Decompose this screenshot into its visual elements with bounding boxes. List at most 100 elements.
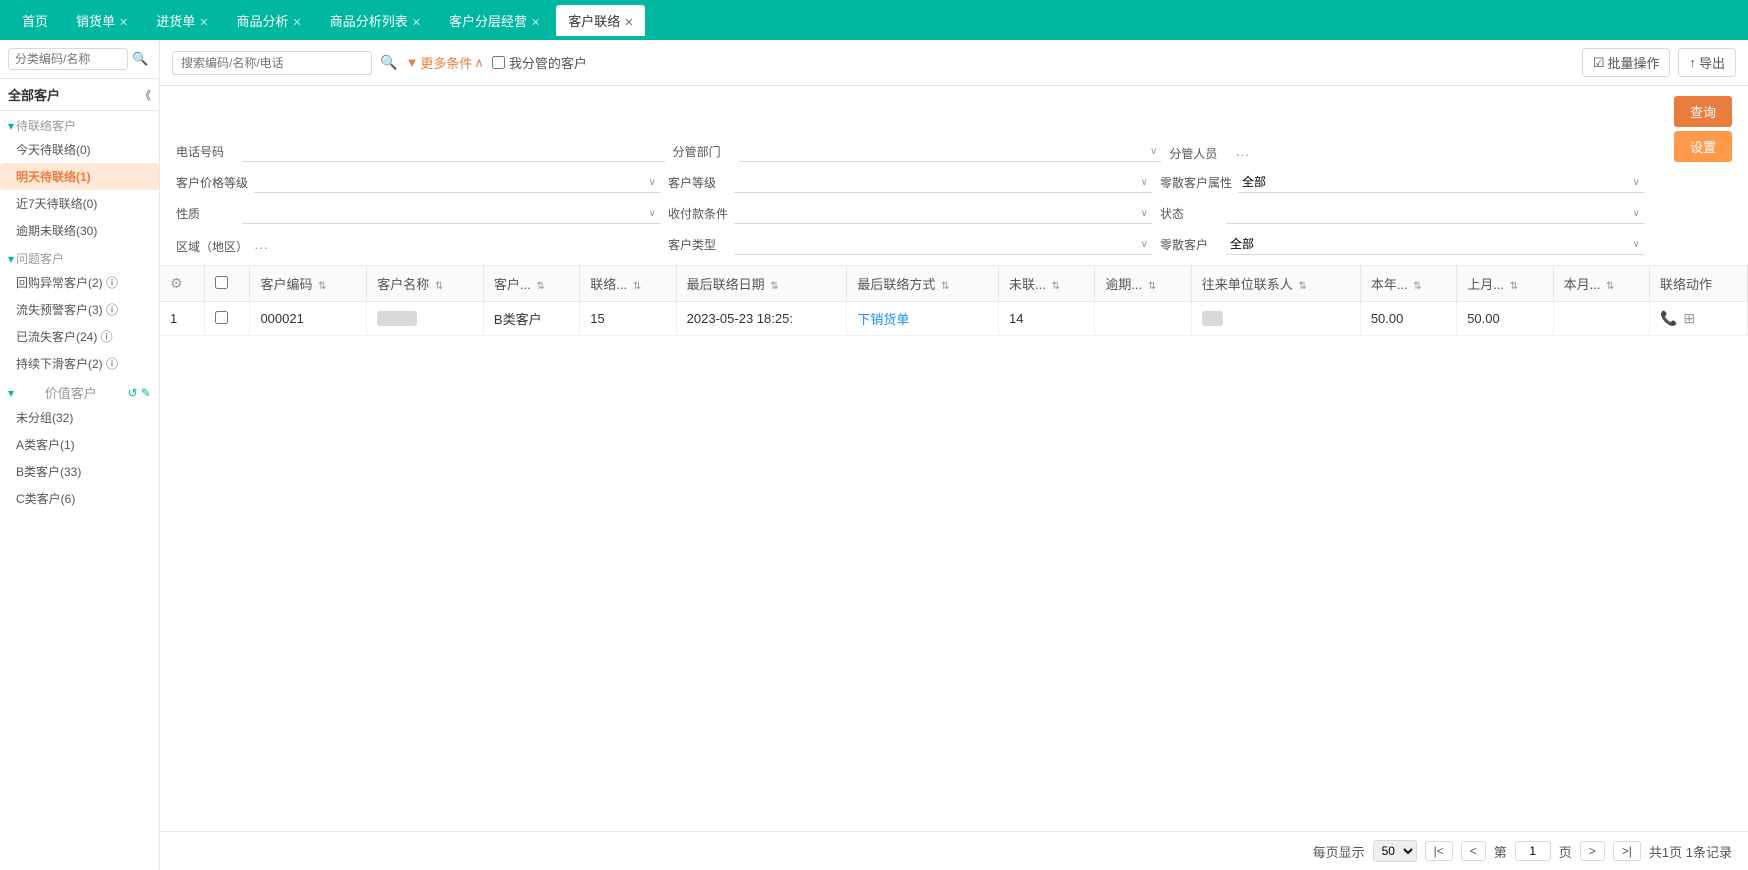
sidebar-item-class-c[interactable]: C类客户(6) xyxy=(0,485,159,512)
manager-label: 分管人员 xyxy=(1169,145,1229,162)
status-select[interactable] xyxy=(1226,203,1644,224)
customer-grade-select[interactable] xyxy=(734,172,1152,193)
my-customers-checkbox-label[interactable]: 我分管的客户 xyxy=(492,53,587,72)
col-this-month[interactable]: 本月... ⇅ xyxy=(1553,266,1649,302)
col-customer-name[interactable]: 客户名称 ⇅ xyxy=(367,266,484,302)
nav-sales-order[interactable]: 销货单✕ xyxy=(64,5,140,36)
nav-purchase-order[interactable]: 进货单✕ xyxy=(144,5,220,36)
cell-checkbox[interactable] xyxy=(204,302,250,336)
page-number-input[interactable] xyxy=(1515,841,1551,861)
col-checkbox[interactable] xyxy=(204,266,250,302)
col-overdue[interactable]: 逾期... ⇅ xyxy=(1095,266,1191,302)
cell-this-year: 50.00 xyxy=(1360,302,1456,336)
cell-customer-name xyxy=(367,302,484,336)
bulk-action-button[interactable]: ☑ 批量操作 xyxy=(1582,48,1671,77)
dept-select-wrap xyxy=(739,141,1162,162)
col-this-year[interactable]: 本年... ⇅ xyxy=(1360,266,1456,302)
prev-page-button[interactable]: < xyxy=(1461,841,1486,861)
col-last-contact-method[interactable]: 最后联络方式 ⇅ xyxy=(847,266,999,302)
cell-last-contact-method[interactable]: 下销货单 xyxy=(847,302,999,336)
col-customer-code[interactable]: 客户编码 ⇅ xyxy=(250,266,367,302)
reset-button[interactable]: 设置 xyxy=(1674,131,1732,162)
close-sales-order-icon[interactable]: ✕ xyxy=(119,17,128,29)
retail-customer-select[interactable]: 全部 xyxy=(1226,234,1644,255)
sidebar-item-ungrouped[interactable]: 未分组(32) xyxy=(0,404,159,431)
status-label: 状态 xyxy=(1160,205,1220,222)
sidebar-item-churn-warning[interactable]: 流失预警客户(3) ⓘ xyxy=(0,296,159,323)
dept-select[interactable] xyxy=(739,141,1162,162)
sidebar-item-declining[interactable]: 持续下滑客户(2) ⓘ xyxy=(0,350,159,377)
sidebar-item-overdue-pending[interactable]: 逾期未联络(30) xyxy=(0,217,159,244)
dept-label: 分管部门 xyxy=(673,143,733,160)
sidebar-item-class-b[interactable]: B类客户(33) xyxy=(0,458,159,485)
close-product-analysis-icon[interactable]: ✕ xyxy=(293,17,302,29)
col-last-contact-date[interactable]: 最后联络日期 ⇅ xyxy=(676,266,847,302)
cell-contact-count: 15 xyxy=(580,302,676,336)
customer-grade-select-wrap xyxy=(734,172,1152,193)
sidebar-item-tomorrow-pending[interactable]: 明天待联络(1) xyxy=(0,163,159,190)
unit-contact-blurred xyxy=(1202,311,1224,326)
more-conditions-button[interactable]: ▼ 更多条件 ∧ xyxy=(405,53,483,72)
price-grade-select[interactable] xyxy=(254,172,660,193)
nav-product-analysis[interactable]: 商品分析✕ xyxy=(224,5,313,36)
query-button[interactable]: 查询 xyxy=(1674,96,1732,127)
grid-action-icon[interactable]: ⊞ xyxy=(1683,310,1695,327)
nav-customer-contact[interactable]: 客户联络✕ xyxy=(556,5,645,36)
phone-input[interactable] xyxy=(242,141,665,162)
cell-customer-type: B类客户 xyxy=(483,302,579,336)
filter-retail-customer: 零散客户 全部 xyxy=(1160,234,1644,255)
close-product-list-icon[interactable]: ✕ xyxy=(412,17,421,29)
close-customer-strat-icon[interactable]: ✕ xyxy=(531,17,540,29)
col-last-month[interactable]: 上月... ⇅ xyxy=(1457,266,1553,302)
phone-action-icon[interactable]: 📞 xyxy=(1660,310,1677,327)
sidebar-item-7days-pending[interactable]: 近7天待联络(0) xyxy=(0,190,159,217)
sidebar-item-churned[interactable]: 已流失客户(24) ⓘ xyxy=(0,323,159,350)
sort-icon-year: ⇅ xyxy=(1413,281,1421,292)
close-purchase-order-icon[interactable]: ✕ xyxy=(199,17,208,29)
region-dots-icon[interactable]: ··· xyxy=(254,239,268,255)
customer-type-select[interactable] xyxy=(734,234,1152,255)
sidebar-item-repurchase-abnormal[interactable]: 回购异常客户(2) ⓘ xyxy=(0,269,159,296)
sidebar-item-class-a[interactable]: A类客户(1) xyxy=(0,431,159,458)
last-page-button[interactable]: >| xyxy=(1613,841,1641,861)
sidebar-search-input[interactable] xyxy=(8,48,128,70)
sidebar-search-icon[interactable]: 🔍 xyxy=(132,51,148,67)
col-customer-type[interactable]: 客户... ⇅ xyxy=(483,266,579,302)
close-customer-contact-icon[interactable]: ✕ xyxy=(624,17,633,29)
filter-manager: 分管人员 ··· xyxy=(1169,145,1658,162)
page-end-label: 页 xyxy=(1559,842,1572,861)
row-checkbox[interactable] xyxy=(215,311,228,324)
table-settings-icon[interactable]: ⚙ xyxy=(170,275,183,291)
export-button[interactable]: ↑ 导出 xyxy=(1678,48,1736,77)
phone-label: 电话号码 xyxy=(176,143,236,160)
first-page-button[interactable]: |< xyxy=(1425,841,1453,861)
sidebar-all-customers[interactable]: 全部客户 《 xyxy=(0,79,159,111)
col-contact-count[interactable]: 联络... ⇅ xyxy=(580,266,676,302)
retail-attr-select[interactable]: 全部 xyxy=(1238,172,1644,193)
sidebar: 🔍 全部客户 《 待联络客户 今天待联络(0) 明天待联络(1) 近7天待联络(… xyxy=(0,40,160,870)
select-all-checkbox[interactable] xyxy=(215,276,228,289)
col-unit-contact[interactable]: 往来单位联系人 ⇅ xyxy=(1191,266,1360,302)
sidebar-item-today-pending[interactable]: 今天待联络(0) xyxy=(0,136,159,163)
per-page-select[interactable]: 50 xyxy=(1373,840,1417,862)
col-uncontacted[interactable]: 未联... ⇅ xyxy=(999,266,1095,302)
payment-select[interactable] xyxy=(734,203,1152,224)
nature-select[interactable] xyxy=(242,203,660,224)
col-gear[interactable]: ⚙ xyxy=(160,266,204,302)
customer-grade-label: 客户等级 xyxy=(668,174,728,191)
search-input[interactable] xyxy=(172,51,372,75)
nav-customer-stratification[interactable]: 客户分层经营✕ xyxy=(437,5,552,36)
sort-icon-overdue: ⇅ xyxy=(1148,281,1156,292)
cell-overdue xyxy=(1095,302,1191,336)
customer-table: ⚙ 客户编码 ⇅ 客户名称 ⇅ 客户... ⇅ 联络... ⇅ 最后联络日期 ⇅… xyxy=(160,266,1748,336)
my-customers-checkbox[interactable] xyxy=(492,56,505,69)
search-button[interactable]: 🔍 xyxy=(380,54,397,71)
next-page-button[interactable]: > xyxy=(1580,841,1605,861)
filter-customer-grade: 客户等级 xyxy=(668,172,1152,193)
filter-right-actions: ☑ 批量操作 ↑ 导出 xyxy=(1582,48,1736,77)
nav-home[interactable]: 首页 xyxy=(10,5,60,36)
sidebar-group-value: 价值客户 ↺ ✎ xyxy=(0,377,159,404)
last-contact-link[interactable]: 下销货单 xyxy=(857,312,909,327)
nav-product-analysis-list[interactable]: 商品分析列表✕ xyxy=(318,5,433,36)
manager-dots-icon[interactable]: ··· xyxy=(1235,146,1249,162)
